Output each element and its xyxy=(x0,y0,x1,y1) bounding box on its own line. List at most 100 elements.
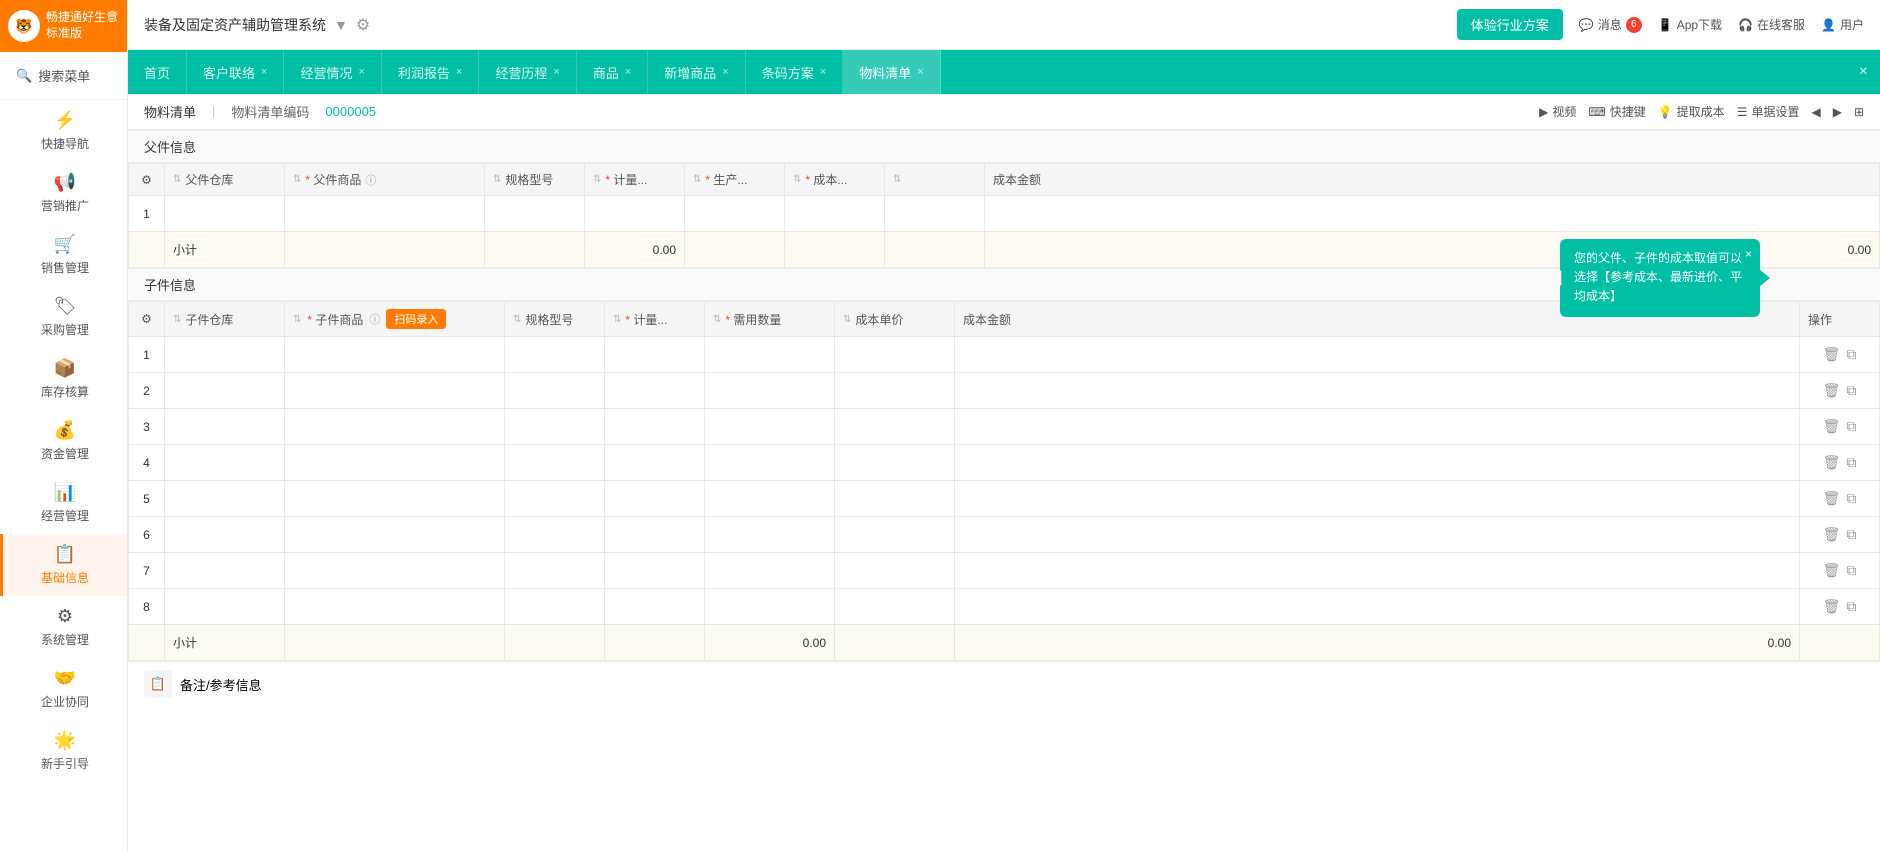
child-spec-4[interactable] xyxy=(505,445,605,481)
parent-production-1[interactable] xyxy=(685,196,785,232)
delete-row-5-button[interactable]: 🗑 xyxy=(1823,490,1841,507)
tab-goods[interactable]: 商品 × xyxy=(577,50,648,94)
sidebar-item-operations[interactable]: 📊 经营管理 xyxy=(0,472,127,534)
delete-row-1-button[interactable]: 🗑 xyxy=(1823,346,1841,363)
sidebar-item-inventory[interactable]: 📦 库存核算 xyxy=(0,348,127,410)
tooltip-close-button[interactable]: × xyxy=(1745,245,1752,264)
child-warehouse-7[interactable] xyxy=(165,553,285,589)
settings-icon[interactable]: ⚙ xyxy=(356,15,370,35)
child-spec-8[interactable] xyxy=(505,589,605,625)
child-unit-7[interactable] xyxy=(605,553,705,589)
child-spec-5[interactable] xyxy=(505,481,605,517)
tab-bom[interactable]: 物料清单 × xyxy=(843,50,940,94)
child-unit-price-sort-icon[interactable]: ⇅ xyxy=(843,314,851,325)
scan-input-button[interactable]: 扫码录入 xyxy=(386,309,446,329)
parent-spec-1[interactable] xyxy=(485,196,585,232)
tab-customer[interactable]: 客户联络 × xyxy=(187,50,284,94)
child-product-1[interactable] xyxy=(285,337,505,373)
child-product-2[interactable] xyxy=(285,373,505,409)
extract-cost-btn[interactable]: 💡 提取成本 xyxy=(1658,103,1725,120)
parent-cost-sort-icon[interactable]: ⇅ xyxy=(793,174,801,185)
child-warehouse-6[interactable] xyxy=(165,517,285,553)
breadcrumb-bom-list[interactable]: 物料清单 xyxy=(144,102,196,121)
child-warehouse-4[interactable] xyxy=(165,445,285,481)
copy-row-8-button[interactable]: ⧉ xyxy=(1846,598,1856,615)
next-btn[interactable]: ▶ xyxy=(1833,105,1842,119)
delete-row-3-button[interactable]: 🗑 xyxy=(1823,418,1841,435)
child-product-4[interactable] xyxy=(285,445,505,481)
tab-operations[interactable]: 经营情况 × xyxy=(284,50,381,94)
copy-row-1-button[interactable]: ⧉ xyxy=(1846,346,1856,363)
tab-barcode-close[interactable]: × xyxy=(820,66,826,78)
child-unit-price-4[interactable] xyxy=(835,445,955,481)
shortcut-btn[interactable]: ⌨ 快捷键 xyxy=(1588,103,1645,120)
grid-view-btn[interactable]: ⊞ xyxy=(1854,105,1864,119)
trial-button[interactable]: 体验行业方案 xyxy=(1457,9,1563,40)
child-warehouse-3[interactable] xyxy=(165,409,285,445)
tab-profit[interactable]: 利润报告 × xyxy=(382,50,479,94)
copy-row-5-button[interactable]: ⧉ xyxy=(1846,490,1856,507)
child-warehouse-2[interactable] xyxy=(165,373,285,409)
prev-btn[interactable]: ◀ xyxy=(1811,105,1820,119)
child-warehouse-8[interactable] xyxy=(165,589,285,625)
sidebar-item-sales[interactable]: 🛒 销售管理 xyxy=(0,224,127,286)
child-unit-price-7[interactable] xyxy=(835,553,955,589)
child-warehouse-sort-icon[interactable]: ⇅ xyxy=(173,314,181,325)
delete-row-6-button[interactable]: 🗑 xyxy=(1823,526,1841,543)
sidebar-item-guide[interactable]: 🌟 新手引导 xyxy=(0,720,127,782)
child-col-settings[interactable]: ⚙ xyxy=(129,302,165,337)
close-all-tabs[interactable]: × xyxy=(1847,63,1880,81)
parent-warehouse-sort-icon[interactable]: ⇅ xyxy=(173,174,181,185)
delete-row-2-button[interactable]: 🗑 xyxy=(1823,382,1841,399)
child-warehouse-1[interactable] xyxy=(165,337,285,373)
child-product-8[interactable] xyxy=(285,589,505,625)
child-qty-7[interactable] xyxy=(705,553,835,589)
child-product-3[interactable] xyxy=(285,409,505,445)
parent-unit-1[interactable] xyxy=(585,196,685,232)
copy-row-2-button[interactable]: ⧉ xyxy=(1846,382,1856,399)
child-spec-7[interactable] xyxy=(505,553,605,589)
child-unit-4[interactable] xyxy=(605,445,705,481)
view-video-btn[interactable]: ▶ 视频 xyxy=(1539,103,1576,120)
copy-row-3-button[interactable]: ⧉ xyxy=(1846,418,1856,435)
child-spec-6[interactable] xyxy=(505,517,605,553)
single-settings-btn[interactable]: ☰ 单据设置 xyxy=(1737,103,1800,120)
child-qty-sort-icon[interactable]: ⇅ xyxy=(713,314,721,325)
child-unit-price-3[interactable] xyxy=(835,409,955,445)
tab-goods-close[interactable]: × xyxy=(625,66,631,78)
parent-warehouse-1[interactable] xyxy=(165,196,285,232)
child-unit-price-8[interactable] xyxy=(835,589,955,625)
child-unit-price-5[interactable] xyxy=(835,481,955,517)
sidebar-item-purchase[interactable]: 🏷 采购管理 xyxy=(0,286,127,348)
sidebar-item-quick-nav[interactable]: ⚡ 快捷导航 xyxy=(0,100,127,162)
delete-row-7-button[interactable]: 🗑 xyxy=(1823,562,1841,579)
tab-profit-close[interactable]: × xyxy=(456,66,462,78)
child-spec-2[interactable] xyxy=(505,373,605,409)
message-button[interactable]: 💬 消息 6 xyxy=(1579,16,1642,33)
parent-col-settings[interactable]: ⚙ xyxy=(129,164,165,196)
child-product-6[interactable] xyxy=(285,517,505,553)
child-qty-1[interactable] xyxy=(705,337,835,373)
child-qty-3[interactable] xyxy=(705,409,835,445)
tab-operations-close[interactable]: × xyxy=(358,66,364,78)
tab-customer-close[interactable]: × xyxy=(261,66,267,78)
child-product-sort-icon[interactable]: ⇅ xyxy=(293,314,301,325)
child-qty-2[interactable] xyxy=(705,373,835,409)
child-spec-3[interactable] xyxy=(505,409,605,445)
child-unit-3[interactable] xyxy=(605,409,705,445)
child-unit-price-2[interactable] xyxy=(835,373,955,409)
child-qty-4[interactable] xyxy=(705,445,835,481)
parent-unit-sort-icon[interactable]: ⇅ xyxy=(593,174,601,185)
user-button[interactable]: 👤 用户 xyxy=(1821,16,1864,33)
child-unit-price-6[interactable] xyxy=(835,517,955,553)
child-unit-8[interactable] xyxy=(605,589,705,625)
search-menu-button[interactable]: 🔍 搜索菜单 xyxy=(8,60,119,91)
parent-spacer-sort-icon[interactable]: ⇅ xyxy=(893,174,901,185)
child-unit-5[interactable] xyxy=(605,481,705,517)
tab-home[interactable]: 首页 xyxy=(128,50,187,94)
child-qty-6[interactable] xyxy=(705,517,835,553)
copy-row-7-button[interactable]: ⧉ xyxy=(1846,562,1856,579)
tab-new-goods[interactable]: 新增商品 × xyxy=(648,50,745,94)
tab-bom-close[interactable]: × xyxy=(917,66,923,78)
tab-new-goods-close[interactable]: × xyxy=(722,66,728,78)
